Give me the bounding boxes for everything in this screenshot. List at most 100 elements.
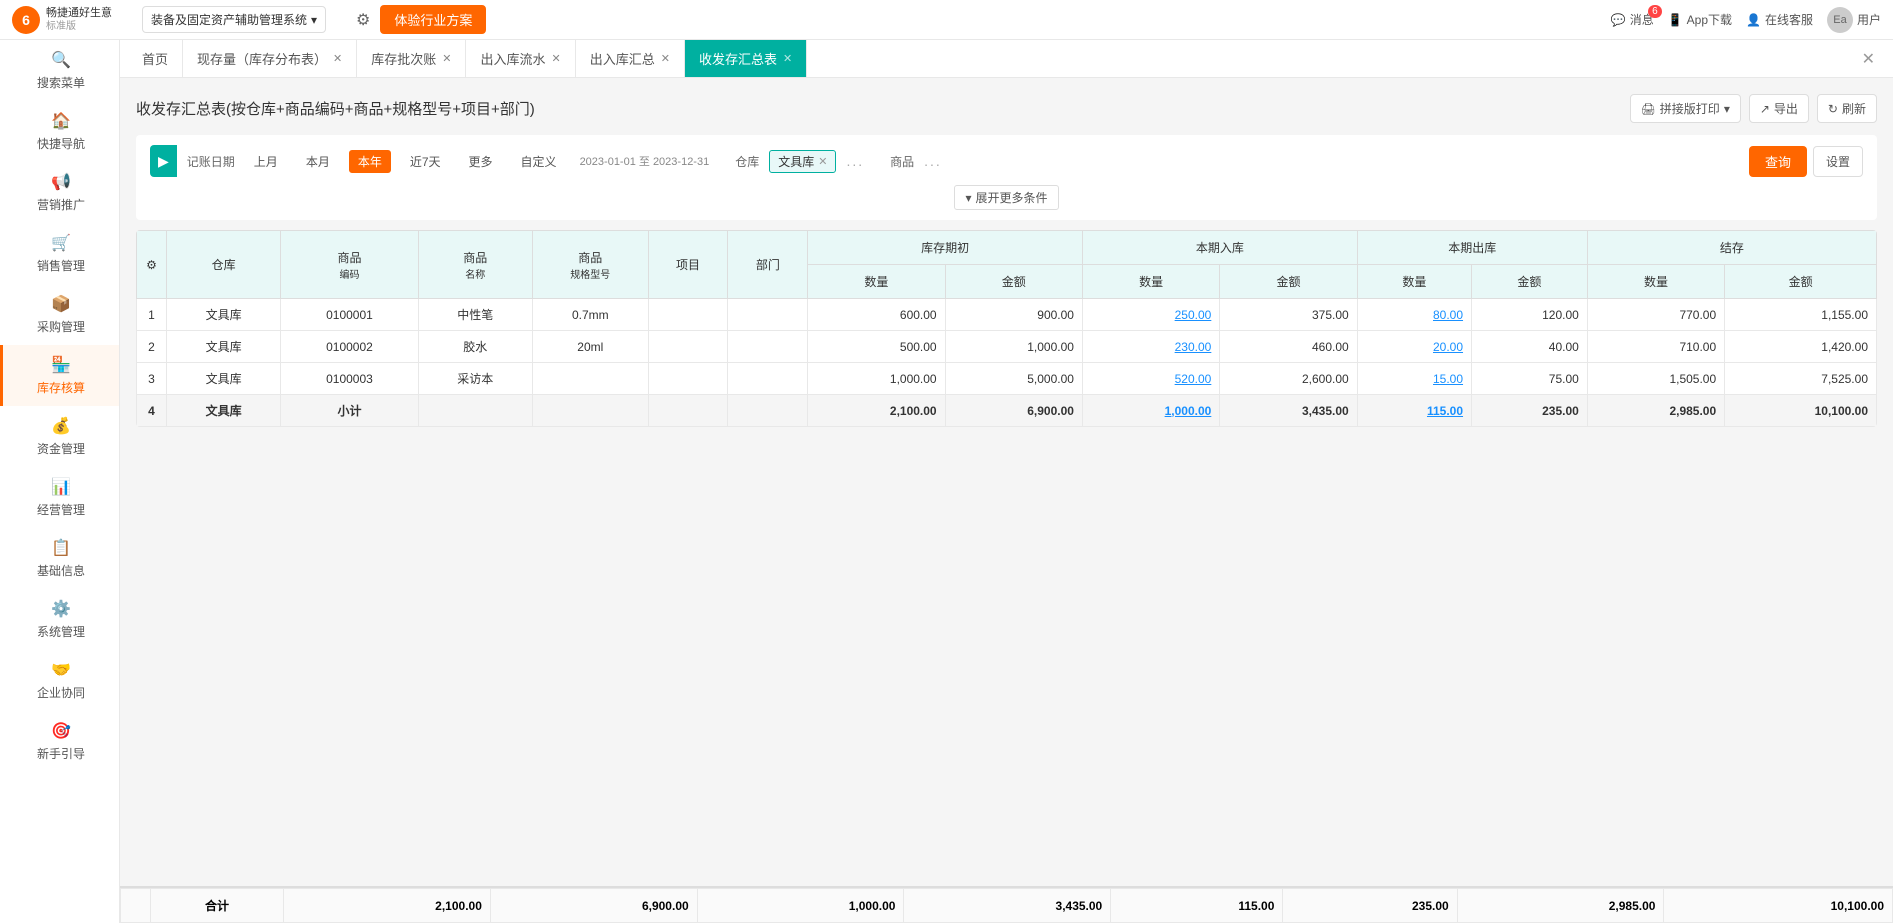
experience-button[interactable]: 体验行业方案	[380, 5, 486, 34]
app-download-item[interactable]: 📱 App下载	[1668, 11, 1732, 28]
filter-toggle-btn[interactable]: ▶	[150, 145, 177, 177]
table-row: 2 文具库 0100002 胶水 20ml 500.00 1,000.00 23…	[137, 331, 1877, 363]
footer-total: 合计 2,100.00 6,900.00 1,000.00 3,435.00 1…	[120, 886, 1893, 923]
warehouse-filter-dots[interactable]: ...	[846, 153, 864, 169]
sidebar-item-purchase[interactable]: 📦 采购管理	[0, 284, 119, 345]
refresh-button[interactable]: ↻ 刷新	[1817, 94, 1877, 123]
row2-warehouse: 文具库	[167, 331, 281, 363]
row1-goods-code: 0100001	[281, 299, 418, 331]
table-row: 3 文具库 0100003 采访本 1,000.00 5,000.00 520.…	[137, 363, 1877, 395]
message-item[interactable]: 💬 消息 6	[1611, 11, 1654, 28]
tab-close-in-out-summary[interactable]: ✕	[661, 52, 670, 65]
date-btn-this-month[interactable]: 本月	[297, 150, 339, 173]
date-filter-label: 记账日期	[187, 153, 235, 170]
goods-filter-dots[interactable]: ...	[924, 153, 942, 169]
warehouse-tag-close[interactable]: ✕	[818, 155, 827, 168]
settings-icon[interactable]: ⚙	[356, 10, 370, 30]
sidebar-item-guide[interactable]: 🎯 新手引导	[0, 711, 119, 772]
finance-icon: 💰	[51, 416, 71, 436]
query-button[interactable]: 查询	[1749, 146, 1807, 177]
home-icon: 🏠	[51, 111, 71, 131]
tab-close-stock-dist[interactable]: ✕	[333, 52, 342, 65]
export-button[interactable]: ↗ 导出	[1749, 94, 1809, 123]
subtotal-in-qty[interactable]: 1,000.00	[1082, 395, 1219, 427]
row1-out-qty[interactable]: 80.00	[1357, 299, 1471, 331]
logo-area: 6 畅捷通好生意 标准版	[12, 6, 132, 34]
table-row: 1 文具库 0100001 中性笔 0.7mm 600.00 900.00 25…	[137, 299, 1877, 331]
row3-in-qty[interactable]: 520.00	[1082, 363, 1219, 395]
top-bar: 6 畅捷通好生意 标准版 装备及固定资产辅助管理系统 ▾ ⚙ 体验行业方案 💬 …	[0, 0, 1893, 40]
tab-batch-ledger[interactable]: 库存批次账 ✕	[357, 40, 466, 77]
row2-begin-amt: 1,000.00	[945, 331, 1082, 363]
total-in-qty: 1,000.00	[697, 889, 904, 923]
sidebar-item-quick[interactable]: 🏠 快捷导航	[0, 101, 119, 162]
row2-out-qty[interactable]: 20.00	[1357, 331, 1471, 363]
sidebar-item-finance[interactable]: 💰 资金管理	[0, 406, 119, 467]
sidebar-item-sales[interactable]: 🛒 销售管理	[0, 223, 119, 284]
page-actions: 🖨 拼接版打印 ▾ ↗ 导出 ↻ 刷新	[1630, 94, 1877, 123]
operation-icon: 📊	[51, 477, 71, 497]
tab-home[interactable]: 首页	[128, 40, 183, 77]
expand-conditions-btn[interactable]: ▾ 展开更多条件	[954, 185, 1058, 210]
sidebar-item-system[interactable]: ⚙️ 系统管理	[0, 589, 119, 650]
total-bal-amt: 10,100.00	[1664, 889, 1893, 923]
expand-row: ▾ 展开更多条件	[150, 185, 1863, 210]
sidebar-item-enterprise[interactable]: 🤝 企业协同	[0, 650, 119, 711]
th-goods-code: 商品编码	[281, 231, 418, 299]
main-layout: 🔍 搜索菜单 🏠 快捷导航 📢 营销推广 🛒 销售管理 📦 采购管理 🏪 库存核…	[0, 40, 1893, 923]
row1-dept	[728, 299, 808, 331]
row3-bal-qty: 1,505.00	[1587, 363, 1724, 395]
user-item[interactable]: Ea 用户	[1827, 7, 1881, 33]
sidebar-item-inventory[interactable]: 🏪 库存核算	[0, 345, 119, 406]
online-service-item[interactable]: 👤 在线客服	[1746, 11, 1813, 28]
tab-close-in-out-flow[interactable]: ✕	[552, 52, 561, 65]
sidebar-item-marketing[interactable]: 📢 营销推广	[0, 162, 119, 223]
subtotal-begin-amt: 6,900.00	[945, 395, 1082, 427]
purchase-icon: 📦	[51, 294, 71, 314]
row3-goods-name: 采访本	[418, 363, 532, 395]
row1-num: 1	[137, 299, 167, 331]
date-btn-custom[interactable]: 自定义	[512, 150, 566, 173]
tab-in-out-summary[interactable]: 出入库汇总 ✕	[576, 40, 685, 77]
basic-icon: 📋	[51, 538, 71, 558]
subtotal-num: 4	[137, 395, 167, 427]
th-project: 项目	[648, 231, 728, 299]
th-settings[interactable]: ⚙	[137, 231, 167, 299]
th-begin-amt: 金额	[945, 265, 1082, 299]
row1-bal-qty: 770.00	[1587, 299, 1724, 331]
sidebar-item-search[interactable]: 🔍 搜索菜单	[0, 40, 119, 101]
row3-out-qty[interactable]: 15.00	[1357, 363, 1471, 395]
subtotal-out-qty[interactable]: 115.00	[1357, 395, 1471, 427]
sidebar-item-basic[interactable]: 📋 基础信息	[0, 528, 119, 589]
th-out-qty: 数量	[1357, 265, 1471, 299]
row2-bal-qty: 710.00	[1587, 331, 1724, 363]
settings-button[interactable]: 设置	[1813, 146, 1863, 177]
subtotal-empty4	[728, 395, 808, 427]
print-button[interactable]: 🖨 拼接版打印 ▾	[1630, 94, 1741, 123]
warehouse-filter-label: 仓库	[735, 153, 759, 170]
tab-receive-send-summary[interactable]: 收发存汇总表 ✕	[685, 40, 807, 77]
system-selector[interactable]: 装备及固定资产辅助管理系统 ▾	[142, 6, 326, 33]
subtotal-empty1	[418, 395, 532, 427]
goods-filter-label: 商品	[890, 153, 914, 170]
tab-in-out-flow[interactable]: 出入库流水 ✕	[466, 40, 575, 77]
date-btn-this-year[interactable]: 本年	[349, 150, 391, 173]
date-btn-more[interactable]: 更多	[460, 150, 502, 173]
th-period-out: 本期出库	[1357, 231, 1587, 265]
sidebar: 🔍 搜索菜单 🏠 快捷导航 📢 营销推广 🛒 销售管理 📦 采购管理 🏪 库存核…	[0, 40, 120, 923]
date-btn-7days[interactable]: 近7天	[401, 150, 450, 173]
filter-bar: ▶ 记账日期 上月 本月 本年 近7天 更多 自定义 2023-01-01 至 …	[136, 135, 1877, 220]
top-right-area: 💬 消息 6 📱 App下载 👤 在线客服 Ea 用户	[1611, 7, 1881, 33]
row2-in-qty[interactable]: 230.00	[1082, 331, 1219, 363]
row1-in-qty[interactable]: 250.00	[1082, 299, 1219, 331]
tab-stock-dist[interactable]: 现存量（库存分布表） ✕	[183, 40, 357, 77]
tab-bar-close[interactable]: ✕	[1852, 49, 1885, 69]
th-out-amt: 金额	[1472, 265, 1588, 299]
th-bal-amt: 金额	[1725, 265, 1877, 299]
tab-close-batch-ledger[interactable]: ✕	[442, 52, 451, 65]
date-btn-last-month[interactable]: 上月	[245, 150, 287, 173]
total-bal-qty: 2,985.00	[1457, 889, 1664, 923]
tab-close-receive-send[interactable]: ✕	[783, 52, 792, 65]
sidebar-item-operation[interactable]: 📊 经营管理	[0, 467, 119, 528]
page-title: 收发存汇总表(按仓库+商品编码+商品+规格型号+项目+部门)	[136, 98, 535, 119]
